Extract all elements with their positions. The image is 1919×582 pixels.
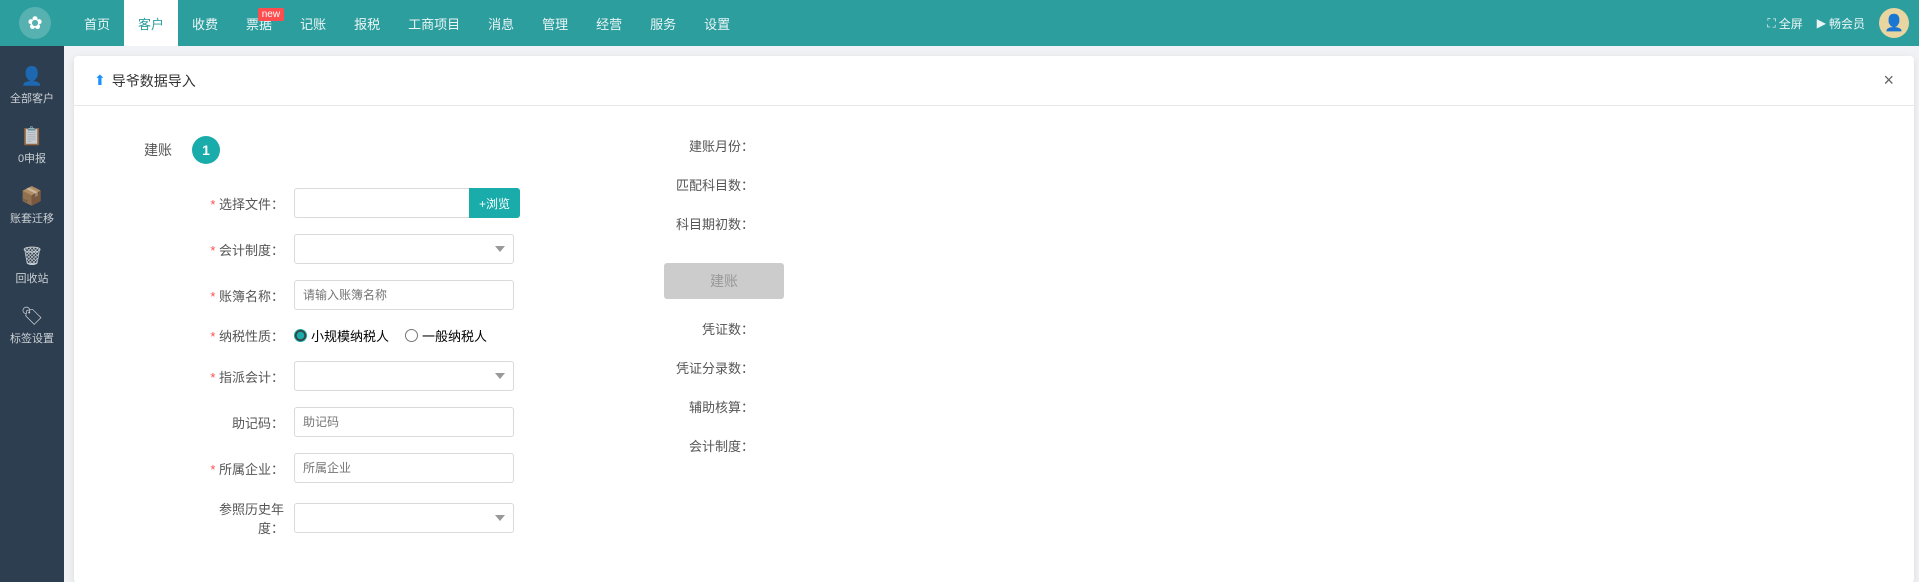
- info-area: 建账月份： 匹配科目数： 科目期初数： 建账: [624, 136, 1914, 553]
- top-navigation: ✿ 首页 客户 收费 票据 new 记账 报税 工商项目 消息 管理: [0, 0, 1919, 46]
- all-customers-icon: 👤: [21, 66, 43, 87]
- voucher-entries-row: 凭证分录数：: [664, 358, 1914, 377]
- accountant-row: * 指派会计：: [194, 361, 624, 391]
- history-select[interactable]: [294, 503, 514, 533]
- step-circle: 1: [192, 136, 220, 164]
- recycle-icon: 🗑: [21, 246, 44, 267]
- browse-button[interactable]: +浏览: [469, 188, 520, 218]
- form-area: 建账 1 * 选择文件： +浏览: [74, 136, 624, 553]
- accounting-system-select[interactable]: [294, 234, 514, 264]
- member-btn[interactable]: ▶ 畅会员: [1817, 15, 1865, 32]
- sidebar-item-migration[interactable]: 📦 账套迁移: [0, 176, 64, 236]
- new-badge: new: [258, 8, 284, 21]
- memo-input[interactable]: [294, 407, 514, 437]
- nav-items: 首页 客户 收费 票据 new 记账 报税 工商项目 消息 管理 经营: [70, 0, 1767, 46]
- general-taxpayer-option[interactable]: 一般纳税人: [405, 326, 487, 345]
- match-subjects-row: 匹配科目数：: [664, 175, 1914, 194]
- play-icon: ▶: [1817, 16, 1826, 30]
- match-subjects-label: 匹配科目数：: [664, 175, 754, 194]
- nav-item-billing[interactable]: 收费: [178, 0, 232, 46]
- main-layout: 👤 全部客户 📋 0申报 📦 账套迁移 🗑 回收站 🏷 标签设置 ⬆: [0, 46, 1919, 582]
- file-input-group: +浏览: [294, 188, 520, 218]
- import-dialog: ⬆ 导爷数据导入 × 建账 1: [74, 56, 1914, 582]
- sidebar-item-all-customers[interactable]: 👤 全部客户: [0, 56, 64, 116]
- logo-icon: ✿: [19, 7, 51, 39]
- nav-item-messages[interactable]: 消息: [474, 0, 528, 46]
- accounting-system-label: * 会计制度：: [194, 240, 284, 259]
- small-taxpayer-radio[interactable]: [294, 329, 307, 342]
- nav-item-operations[interactable]: 经营: [582, 0, 636, 46]
- step-label: 建账: [144, 140, 172, 160]
- sidebar-item-tags[interactable]: 🏷 标签设置: [0, 296, 64, 356]
- build-button[interactable]: 建账: [664, 263, 784, 299]
- nav-item-business[interactable]: 工商项目: [394, 0, 474, 46]
- declaration-icon: 📋: [21, 126, 43, 147]
- nav-right: ⛶ 全屏 ▶ 畅会员 👤: [1767, 8, 1909, 38]
- company-row: * 所属企业：: [194, 453, 624, 483]
- voucher-entries-label: 凭证分录数：: [664, 358, 754, 377]
- nav-item-settings[interactable]: 设置: [690, 0, 744, 46]
- nav-item-tax[interactable]: 报税: [340, 0, 394, 46]
- voucher-count-label: 凭证数：: [664, 319, 754, 338]
- small-taxpayer-option[interactable]: 小规模纳税人: [294, 326, 389, 345]
- small-taxpayer-label: 小规模纳税人: [311, 326, 389, 345]
- step-header: 建账 1: [144, 136, 624, 164]
- ledger-name-row: * 账簿名称：: [194, 280, 624, 310]
- main-content: ⬆ 导爷数据导入 × 建账 1: [64, 46, 1919, 582]
- logo[interactable]: ✿: [10, 0, 60, 46]
- auxiliary-label: 辅助核算：: [664, 397, 754, 416]
- file-row: * 选择文件： +浏览: [194, 188, 624, 218]
- ledger-name-input[interactable]: [294, 280, 514, 310]
- tax-type-label: * 纳税性质：: [194, 326, 284, 345]
- build-month-label: 建账月份：: [664, 136, 754, 155]
- general-taxpayer-label: 一般纳税人: [422, 326, 487, 345]
- build-month-row: 建账月份：: [664, 136, 1914, 155]
- tax-type-group: 小规模纳税人 一般纳税人: [294, 326, 487, 345]
- dialog-title: ⬆ 导爷数据导入: [94, 71, 196, 91]
- sidebar-item-recycle[interactable]: 🗑 回收站: [0, 236, 64, 296]
- accounting-system-row: * 会计制度：: [194, 234, 624, 264]
- voucher-count-row: 凭证数：: [664, 319, 1914, 338]
- sidebar: 👤 全部客户 📋 0申报 📦 账套迁移 🗑 回收站 🏷 标签设置: [0, 46, 64, 582]
- nav-item-accounting[interactable]: 记账: [286, 0, 340, 46]
- subject-init-label: 科目期初数：: [664, 214, 754, 233]
- migration-icon: 📦: [21, 186, 43, 207]
- file-input[interactable]: [294, 188, 469, 218]
- nav-item-services[interactable]: 服务: [636, 0, 690, 46]
- dialog-header: ⬆ 导爷数据导入 ×: [74, 56, 1914, 106]
- fullscreen-icon: ⛶: [1767, 16, 1775, 31]
- subject-init-row: 科目期初数：: [664, 214, 1914, 233]
- company-input[interactable]: [294, 453, 514, 483]
- general-taxpayer-radio[interactable]: [405, 329, 418, 342]
- memo-label: 助记码：: [194, 413, 284, 432]
- accounting-label-row: 会计制度：: [664, 436, 1914, 455]
- file-label: * 选择文件：: [194, 194, 284, 213]
- accountant-label: * 指派会计：: [194, 367, 284, 386]
- avatar-icon: 👤: [1884, 13, 1904, 33]
- fullscreen-btn[interactable]: ⛶ 全屏: [1767, 15, 1802, 32]
- tax-type-row: * 纳税性质： 小规模纳税人 一般纳税人: [194, 326, 624, 345]
- user-avatar[interactable]: 👤: [1879, 8, 1909, 38]
- accounting-label: 会计制度：: [664, 436, 754, 455]
- auxiliary-row: 辅助核算：: [664, 397, 1914, 416]
- nav-item-invoices[interactable]: 票据 new: [232, 0, 286, 46]
- company-label: * 所属企业：: [194, 459, 284, 478]
- history-row: 参照历史年度：: [194, 499, 624, 537]
- nav-item-management[interactable]: 管理: [528, 0, 582, 46]
- dialog-body: 建账 1 * 选择文件： +浏览: [74, 106, 1914, 582]
- memo-row: 助记码：: [194, 407, 624, 437]
- tags-icon: 🏷: [21, 306, 44, 327]
- build-btn-area: 建账: [664, 263, 1914, 299]
- upload-icon: ⬆: [94, 72, 106, 89]
- close-button[interactable]: ×: [1883, 70, 1894, 91]
- nav-item-customers[interactable]: 客户: [124, 0, 178, 46]
- nav-item-home[interactable]: 首页: [70, 0, 124, 46]
- ledger-name-label: * 账簿名称：: [194, 286, 284, 305]
- sidebar-item-declaration[interactable]: 📋 0申报: [0, 116, 64, 176]
- accountant-select[interactable]: [294, 361, 514, 391]
- history-label: 参照历史年度：: [194, 499, 284, 537]
